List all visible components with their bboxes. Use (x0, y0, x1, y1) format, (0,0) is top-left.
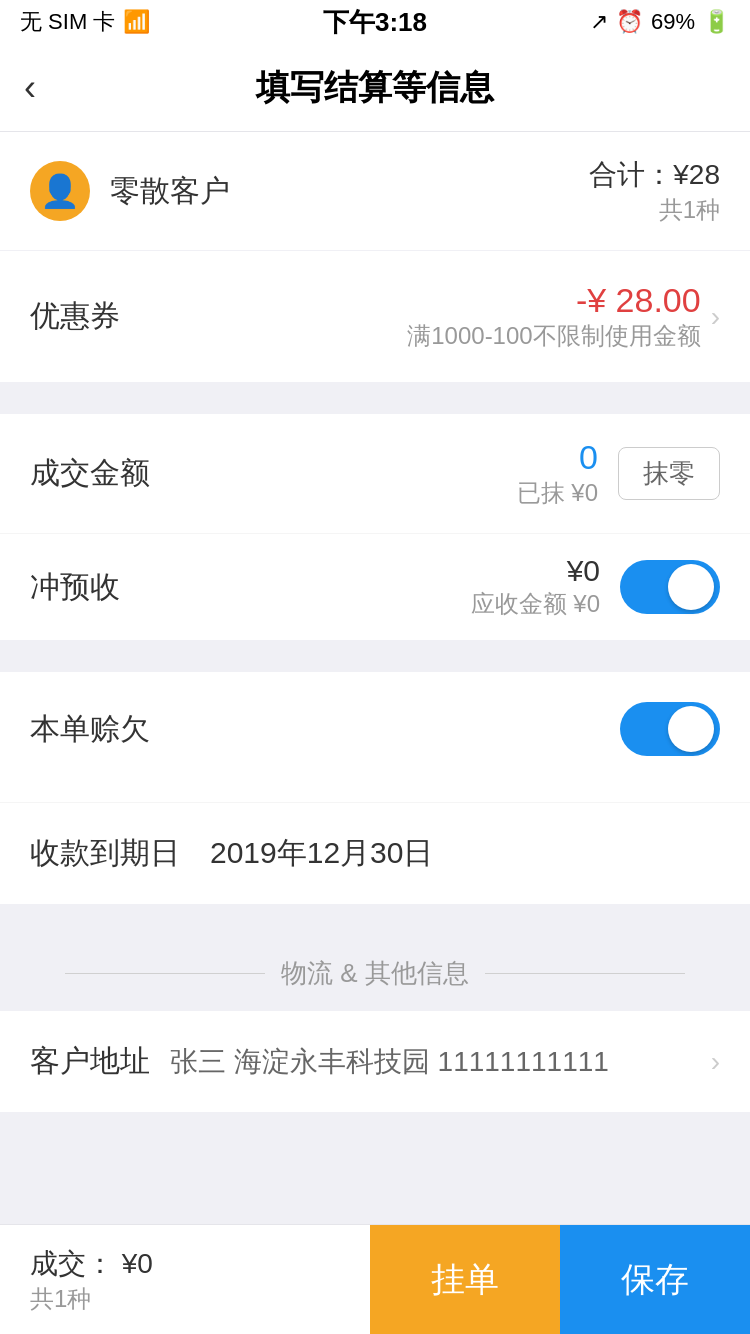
prepay-amounts: ¥0 应收金额 ¥0 (471, 554, 600, 620)
logistics-label-text: 物流 & 其他信息 (281, 956, 469, 991)
coupon-row[interactable]: 优惠券 -¥ 28.00 满1000-100不限制使用金额 › (0, 250, 750, 382)
customer-name: 零散客户 (110, 171, 230, 212)
bottom-summary-sub: 共1种 (30, 1283, 340, 1315)
deal-amount-label: 成交金额 (30, 453, 150, 494)
section-label-line-right (485, 973, 685, 974)
customer-info-left: 👤 零散客户 (30, 161, 230, 221)
coupon-label: 优惠券 (30, 296, 120, 337)
deal-amount-sub: 已抹 ¥0 (517, 477, 598, 509)
customer-section: 👤 零散客户 合计：¥28 共1种 优惠券 -¥ 28.00 满1000-100… (0, 132, 750, 382)
address-value: 张三 海淀永丰科技园 11111111111 (170, 1043, 711, 1081)
main-content: 👤 零散客户 合计：¥28 共1种 优惠券 -¥ 28.00 满1000-100… (0, 132, 750, 1334)
credit-label: 本单赊欠 (30, 709, 150, 750)
prepay-amount-main: ¥0 (471, 554, 600, 588)
deal-amount-section: 成交金额 0 已抹 ¥0 抹零 冲预收 ¥0 应收金额 ¥0 (0, 414, 750, 640)
back-button[interactable]: ‹ (24, 67, 36, 109)
credit-row: 本单赊欠 (0, 672, 750, 786)
battery-text: 69% (651, 9, 695, 35)
coupon-desc: 满1000-100不限制使用金额 (407, 320, 700, 352)
section-divider-2 (0, 656, 750, 672)
no-sim-text: 无 SIM 卡 (20, 7, 115, 37)
alarm-icon: ⏰ (616, 9, 643, 35)
credit-toggle[interactable] (620, 702, 720, 756)
deal-amount-right: 0 已抹 ¥0 抹零 (517, 438, 720, 509)
customer-row: 👤 零散客户 合计：¥28 共1种 (0, 132, 750, 250)
status-right: ↗ ⏰ 69% 🔋 (590, 9, 730, 35)
deal-amount-values: 0 已抹 ¥0 (517, 438, 598, 509)
customer-info-right: 合计：¥28 共1种 (589, 156, 720, 226)
nav-bar: ‹ 填写结算等信息 (0, 44, 750, 132)
coupon-right: -¥ 28.00 满1000-100不限制使用金额 › (407, 281, 720, 352)
address-label: 客户地址 (30, 1041, 150, 1082)
address-chevron-icon: › (711, 1046, 720, 1078)
section-label-line-left (65, 973, 265, 974)
section-divider-3 (0, 920, 750, 936)
save-button[interactable]: 保存 (560, 1225, 750, 1335)
prepay-right: ¥0 应收金额 ¥0 (471, 554, 720, 620)
status-left: 无 SIM 卡 📶 (20, 7, 150, 37)
coupon-amount: -¥ 28.00 (407, 281, 700, 320)
credit-section: 本单赊欠 收款到期日 2019年12月30日 (0, 672, 750, 904)
battery-icon: 🔋 (703, 9, 730, 35)
page-title: 填写结算等信息 (256, 65, 494, 111)
logistics-section-label-bar: 物流 & 其他信息 (0, 936, 750, 1011)
address-row[interactable]: 客户地址 张三 海淀永丰科技园 11111111111 › (0, 1011, 750, 1112)
section-label-lines: 物流 & 其他信息 (0, 956, 750, 991)
location-icon: ↗ (590, 9, 608, 35)
duedate-row: 收款到期日 2019年12月30日 (0, 802, 750, 904)
prepay-toggle[interactable] (620, 560, 720, 614)
address-section: 客户地址 张三 海淀永丰科技园 11111111111 › (0, 1011, 750, 1112)
deal-amount-row: 成交金额 0 已抹 ¥0 抹零 (0, 414, 750, 534)
wifi-icon: 📶 (123, 9, 150, 35)
bottom-summary: 成交： ¥0 共1种 (0, 1245, 370, 1315)
duedate-value: 2019年12月30日 (210, 833, 433, 874)
prepay-label: 冲预收 (30, 567, 120, 608)
chevron-right-icon: › (711, 301, 720, 333)
avatar-icon: 👤 (40, 172, 80, 210)
customer-count: 共1种 (589, 194, 720, 226)
hold-button[interactable]: 挂单 (370, 1225, 560, 1335)
duedate-label: 收款到期日 (30, 833, 180, 874)
section-divider-1 (0, 398, 750, 414)
customer-total: 合计：¥28 (589, 156, 720, 194)
round-zero-button[interactable]: 抹零 (618, 447, 720, 500)
prepay-amount-sub: 应收金额 ¥0 (471, 588, 600, 620)
customer-avatar: 👤 (30, 161, 90, 221)
coupon-info: -¥ 28.00 满1000-100不限制使用金额 (407, 281, 700, 352)
prepay-row: 冲预收 ¥0 应收金额 ¥0 (0, 534, 750, 640)
bottom-bar: 成交： ¥0 共1种 挂单 保存 (0, 1224, 750, 1334)
status-bar: 无 SIM 卡 📶 下午3:18 ↗ ⏰ 69% 🔋 (0, 0, 750, 44)
status-time: 下午3:18 (323, 5, 427, 40)
deal-amount-value: 0 (517, 438, 598, 477)
bottom-summary-main: 成交： ¥0 (30, 1245, 340, 1283)
